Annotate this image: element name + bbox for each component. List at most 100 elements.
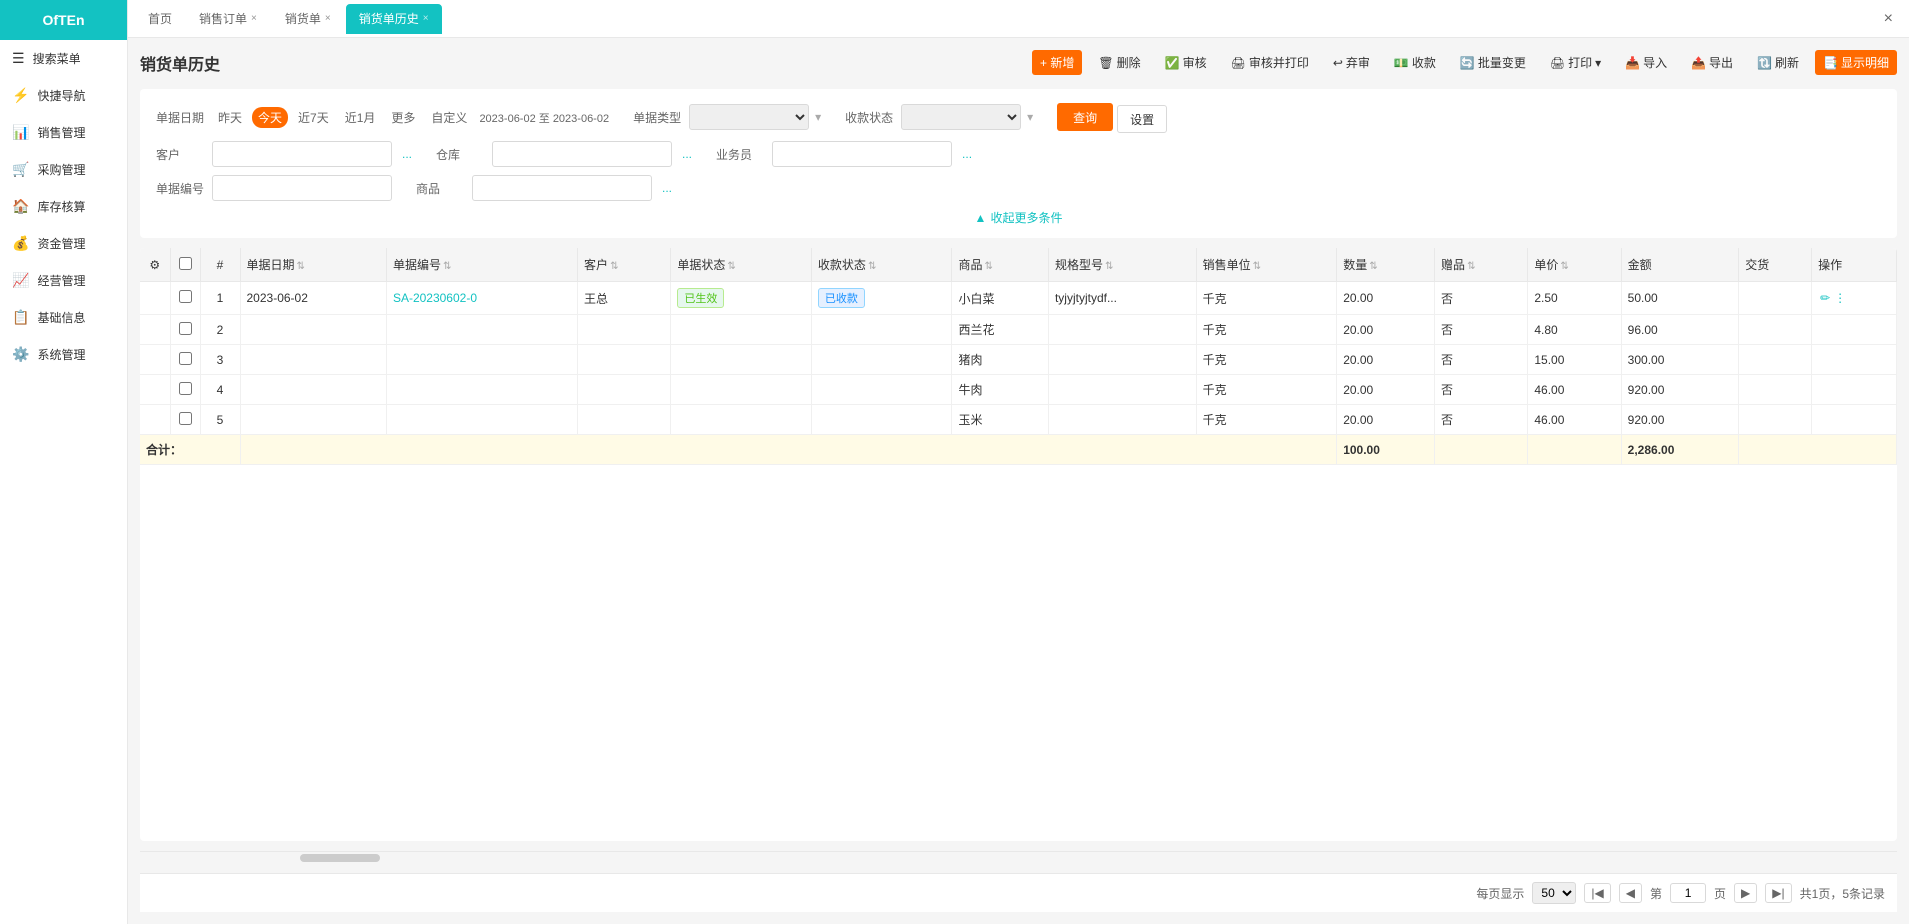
row-trade [1739, 282, 1812, 315]
row-customer [578, 345, 671, 375]
sidebar-item-sales-mgmt[interactable]: 📊 销售管理 [0, 114, 127, 151]
sidebar-item-basic-info[interactable]: 📋 基础信息 [0, 299, 127, 336]
sidebar-item-quick-nav[interactable]: ⚡ 快捷导航 [0, 77, 127, 114]
page-header: 销货单历史 + 新增 🗑 删除 ✅ 审核 🖨 审核并打印 ↩ 弃审 [140, 50, 1897, 75]
col-goods[interactable]: 商品⇅ [952, 248, 1048, 282]
horizontal-scrollbar[interactable] [140, 851, 1897, 863]
sidebar-item-finance-mgmt[interactable]: 💰 资金管理 [0, 225, 127, 262]
row-doc-no[interactable] [386, 345, 577, 375]
row-check[interactable] [170, 375, 200, 405]
review-button[interactable]: ✅ 审核 [1157, 50, 1215, 75]
print-button[interactable]: 🖨 打印 ▾ [1542, 50, 1609, 75]
row-checkbox[interactable] [179, 352, 192, 365]
docno-input[interactable] [212, 175, 392, 201]
collect-button[interactable]: 💵 收款 [1386, 50, 1444, 75]
row-checkbox[interactable] [179, 412, 192, 425]
tab-sales-order[interactable]: 销售订单 × [186, 4, 270, 34]
sidebar-item-ops-mgmt[interactable]: 📈 经营管理 [0, 262, 127, 299]
row-check[interactable] [170, 282, 200, 315]
export-button[interactable]: 📤 导出 [1683, 50, 1741, 75]
col-collection-status[interactable]: 收款状态⇅ [811, 248, 952, 282]
row-checkbox[interactable] [179, 382, 192, 395]
query-button[interactable]: 查询 [1057, 103, 1113, 131]
row-trade [1739, 405, 1812, 435]
col-unit[interactable]: 销售单位⇅ [1196, 248, 1337, 282]
col-customer[interactable]: 客户⇅ [578, 248, 671, 282]
col-doc-date[interactable]: 单据日期⇅ [240, 248, 386, 282]
date-tab-1month[interactable]: 近1月 [339, 107, 382, 128]
tab-sales-goods[interactable]: 销货单 × [272, 4, 344, 34]
last-page-btn[interactable]: ▶| [1765, 883, 1791, 903]
warehouse-input[interactable] [492, 141, 672, 167]
first-page-btn[interactable]: |◀ [1584, 883, 1610, 903]
row-check[interactable] [170, 315, 200, 345]
edit-btn[interactable]: ✏ [1820, 291, 1830, 305]
goods-input[interactable] [472, 175, 652, 201]
row-check[interactable] [170, 405, 200, 435]
collection-status-select[interactable] [901, 104, 1021, 130]
row-checkbox[interactable] [179, 322, 192, 335]
doc-type-select[interactable] [689, 104, 809, 130]
tab-sales-history[interactable]: 销货单历史 × [346, 4, 442, 34]
warehouse-picker-btn[interactable]: ... [682, 147, 692, 161]
abandon-icon: ↩ [1333, 56, 1343, 70]
tab-home[interactable]: 首页 [136, 4, 184, 34]
row-doc-no[interactable]: SA-20230602-0 [386, 282, 577, 315]
salesperson-input[interactable] [772, 141, 952, 167]
prev-page-btn[interactable]: ◀ [1619, 883, 1642, 903]
per-page-select[interactable]: 50 [1532, 882, 1576, 904]
goods-picker-btn[interactable]: ... [662, 181, 672, 195]
date-tab-yesterday[interactable]: 昨天 [212, 107, 248, 128]
col-settings[interactable]: ⚙ [140, 248, 170, 282]
table-row: 3 猪肉 千克 20.00 否 15.00 300.00 [140, 345, 1897, 375]
next-page-btn[interactable]: ▶ [1734, 883, 1757, 903]
customer-input[interactable] [212, 141, 392, 167]
scrollbar-thumb[interactable] [300, 854, 380, 862]
row-doc-no[interactable] [386, 375, 577, 405]
row-price: 46.00 [1528, 375, 1621, 405]
col-price[interactable]: 单价⇅ [1528, 248, 1621, 282]
date-tab-more[interactable]: 更多 [385, 107, 421, 128]
col-spec[interactable]: 规格型号⇅ [1048, 248, 1196, 282]
sidebar-item-purchase-mgmt[interactable]: 🛒 采购管理 [0, 151, 127, 188]
customer-picker-btn[interactable]: ... [402, 147, 412, 161]
more-btn[interactable]: ⋮ [1834, 291, 1846, 305]
sidebar-item-sys-mgmt[interactable]: ⚙️ 系统管理 [0, 336, 127, 373]
sidebar-item-inventory-calc[interactable]: 🏠 库存核算 [0, 188, 127, 225]
col-doc-status[interactable]: 单据状态⇅ [671, 248, 812, 282]
salesperson-picker-btn[interactable]: ... [962, 147, 972, 161]
tab-sales-order-close[interactable]: × [251, 13, 257, 24]
tab-sales-history-close[interactable]: × [423, 13, 429, 24]
filter-row-1: 单据日期 昨天 今天 近7天 近1月 更多 自定义 2023-06-02 至 2… [156, 101, 1881, 133]
select-all-checkbox[interactable] [179, 257, 192, 270]
sidebar-item-search-menu[interactable]: ☰ 搜索菜单 [0, 40, 127, 77]
show-detail-button[interactable]: 📑 显示明细 [1815, 50, 1897, 75]
window-close-button[interactable]: × [1876, 10, 1901, 28]
row-doc-no[interactable] [386, 405, 577, 435]
set-button[interactable]: 设置 [1117, 105, 1167, 133]
date-tab-today[interactable]: 今天 [252, 107, 288, 128]
new-button[interactable]: + 新增 [1032, 50, 1082, 75]
row-doc-no[interactable] [386, 315, 577, 345]
import-button[interactable]: 📥 导入 [1617, 50, 1675, 75]
delete-button[interactable]: 🗑 删除 [1090, 50, 1148, 75]
col-qty[interactable]: 数量⇅ [1337, 248, 1435, 282]
date-tab-7days[interactable]: 近7天 [292, 107, 335, 128]
col-gift[interactable]: 赠品⇅ [1435, 248, 1528, 282]
tab-sales-goods-close[interactable]: × [325, 13, 331, 24]
row-actions: ✏⋮ [1812, 282, 1897, 315]
warehouse-filter-field: 仓库 ... [436, 141, 692, 167]
abandon-button[interactable]: ↩ 弃审 [1325, 50, 1378, 75]
col-doc-no[interactable]: 单据编号⇅ [386, 248, 577, 282]
row-check[interactable] [170, 345, 200, 375]
date-tab-custom[interactable]: 自定义 [425, 107, 473, 128]
review-print-button[interactable]: 🖨 审核并打印 [1223, 50, 1317, 75]
row-price: 46.00 [1528, 405, 1621, 435]
page-number-input[interactable] [1670, 883, 1706, 903]
row-checkbox[interactable] [179, 290, 192, 303]
page-suffix-label: 页 [1714, 885, 1726, 902]
batch-change-button[interactable]: 🔄 批量变更 [1452, 50, 1534, 75]
collapse-filter-btn[interactable]: ▲ 收起更多条件 [156, 209, 1881, 226]
row-spec [1048, 405, 1196, 435]
refresh-button[interactable]: 🔃 刷新 [1749, 50, 1807, 75]
